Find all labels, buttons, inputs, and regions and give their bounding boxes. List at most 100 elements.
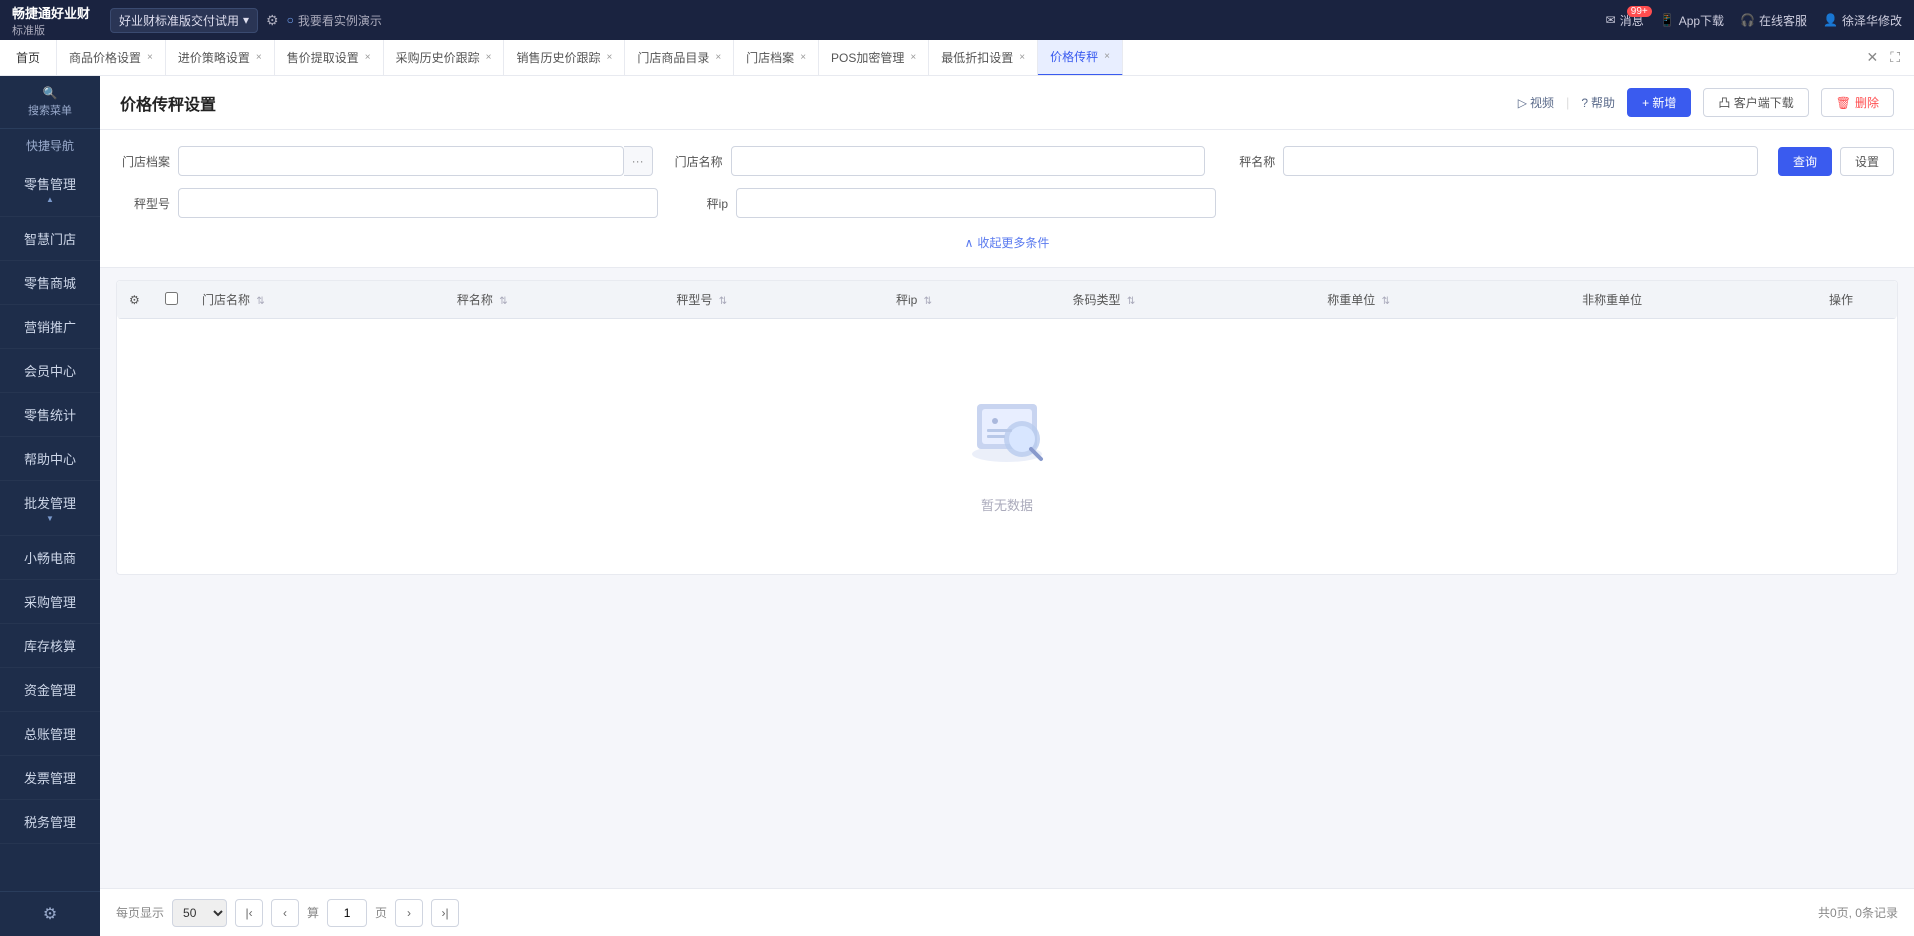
filter-store-file-input-wrap: ···	[178, 146, 653, 176]
sidebar-item-retail-manage[interactable]: 零售管理	[0, 162, 100, 217]
sidebar-item-invoice-manage[interactable]: 发票管理	[0, 756, 100, 800]
tab-sale-price[interactable]: 售价提取设置 ×	[275, 40, 384, 76]
sidebar-item-xiaochang-ecom[interactable]: 小畅电商	[0, 536, 100, 580]
page-header-actions: ▷ 视频 | ? 帮助 + 新增 凸 客户端下载 🗑 删除	[1518, 88, 1894, 117]
tab-close-all-icon[interactable]: ✕	[1860, 49, 1884, 66]
delete-button[interactable]: 🗑 删除	[1821, 88, 1894, 117]
sidebar-item-smart-store[interactable]: 智慧门店	[0, 217, 100, 261]
sidebar-item-fund-manage[interactable]: 资金管理	[0, 668, 100, 712]
help-icon: ?	[1581, 96, 1588, 110]
filter-store-file: 门店档案 ···	[120, 146, 653, 176]
export-button[interactable]: 凸 客户端下载	[1703, 88, 1808, 117]
select-all-checkbox[interactable]	[165, 292, 178, 305]
tab-sale-history[interactable]: 销售历史价跟踪 ×	[504, 40, 625, 76]
tab-close-purchase-strategy[interactable]: ×	[256, 52, 262, 63]
sidebar-item-help-center[interactable]: 帮助中心	[0, 437, 100, 481]
filter-store-name-input[interactable]	[731, 146, 1206, 176]
sort-weight-unit-icon[interactable]: ⇅	[1382, 296, 1390, 307]
tab-close-sale-price[interactable]: ×	[365, 52, 371, 63]
filter-store-file-btn[interactable]: ···	[624, 146, 653, 176]
filter-scale-model-input[interactable]	[178, 188, 658, 218]
message-icon: ✉	[1606, 13, 1616, 27]
user-icon: 👤	[1823, 13, 1838, 27]
tab-expand-icon[interactable]: ⛶	[1884, 49, 1906, 66]
sidebar-item-retail-mall[interactable]: 零售商城	[0, 261, 100, 305]
filter-store-file-input[interactable]	[178, 146, 624, 176]
tab-close-pos-manage[interactable]: ×	[910, 52, 916, 63]
sort-scale-ip-icon[interactable]: ⇅	[924, 296, 932, 307]
sidebar-item-member-center[interactable]: 会员中心	[0, 349, 100, 393]
app-logo: 畅捷通好业财 标准版	[12, 3, 102, 38]
set-button[interactable]: 设置	[1840, 147, 1894, 176]
filter-scale-name-input[interactable]	[1283, 146, 1758, 176]
tab-product-price[interactable]: 商品价格设置 ×	[57, 40, 166, 76]
tab-close-sale-history[interactable]: ×	[606, 52, 612, 63]
online-service-btn[interactable]: 🎧 在线客服	[1740, 12, 1807, 29]
filter-scale-name: 秤名称	[1225, 146, 1758, 176]
demo-link[interactable]: 我要看实例演示	[287, 12, 382, 29]
tab-close-min-discount[interactable]: ×	[1019, 52, 1025, 63]
delete-icon: 🗑	[1836, 96, 1851, 110]
tab-pos-manage[interactable]: POS加密管理 ×	[819, 40, 929, 76]
tab-purchase-history[interactable]: 采购历史价跟踪 ×	[384, 40, 505, 76]
tab-close-store-file[interactable]: ×	[800, 52, 806, 63]
user-menu[interactable]: 👤 徐泽华修改	[1823, 12, 1902, 29]
add-button[interactable]: + 新增	[1627, 88, 1691, 117]
th-checkbox[interactable]	[153, 281, 190, 319]
th-settings[interactable]: ⚙	[117, 281, 153, 319]
filter-scale-name-label: 秤名称	[1225, 153, 1275, 170]
sidebar-item-marketing[interactable]: 营销推广	[0, 305, 100, 349]
filter-scale-ip-input[interactable]	[736, 188, 1216, 218]
sidebar-item-retail-stats[interactable]: 零售统计	[0, 393, 100, 437]
query-button[interactable]: 查询	[1778, 147, 1832, 176]
sidebar-item-purchase-manage[interactable]: 采购管理	[0, 580, 100, 624]
prev-page-btn[interactable]: ‹	[271, 899, 299, 927]
help-link[interactable]: ? 帮助	[1581, 94, 1615, 111]
tab-store-catalog[interactable]: 门店商品目录 ×	[625, 40, 734, 76]
video-link[interactable]: ▷ 视频	[1518, 94, 1554, 111]
message-btn[interactable]: ✉ 消息 99+	[1606, 12, 1644, 29]
empty-text: 暂无数据	[981, 495, 1033, 514]
per-page-select[interactable]: 50 10 20 100	[172, 899, 227, 927]
sort-store-name-icon[interactable]: ⇅	[256, 296, 264, 307]
first-page-btn[interactable]: |‹	[235, 899, 263, 927]
collapse-icon: ∧	[965, 236, 974, 250]
last-page-btn[interactable]: ›|	[431, 899, 459, 927]
version-selector[interactable]: 好业财标准版交付试用 ▾	[110, 8, 258, 33]
tab-bar: 首页 商品价格设置 × 进价策略设置 × 售价提取设置 × 采购历史价跟踪 × …	[0, 40, 1914, 76]
tab-price-scale[interactable]: 价格传秤 ×	[1038, 40, 1123, 76]
settings-icon[interactable]: ⚙	[266, 12, 279, 29]
tab-close-purchase-history[interactable]: ×	[486, 52, 492, 63]
sidebar-search[interactable]: 🔍 搜索菜单	[0, 76, 100, 129]
sidebar-item-tax-manage[interactable]: 税务管理	[0, 800, 100, 844]
next-page-btn[interactable]: ›	[395, 899, 423, 927]
table-area: ⚙ 门店名称 ⇅ 秤名称 ⇅	[100, 268, 1914, 888]
tab-purchase-strategy[interactable]: 进价策略设置 ×	[166, 40, 275, 76]
tab-close-price-scale[interactable]: ×	[1104, 51, 1110, 62]
sidebar-item-general-ledger[interactable]: 总账管理	[0, 712, 100, 756]
collapse-button[interactable]: ∧ 收起更多条件	[965, 234, 1050, 251]
filter-scale-model: 秤型号	[120, 188, 658, 218]
sort-barcode-type-icon[interactable]: ⇅	[1127, 296, 1135, 307]
th-scale-name: 秤名称 ⇅	[445, 281, 665, 319]
tab-home[interactable]: 首页	[0, 40, 57, 76]
empty-icon	[957, 379, 1057, 479]
th-store-name: 门店名称 ⇅	[190, 281, 445, 319]
filter-row-1: 门店档案 ··· 门店名称 秤名称 查询 设置	[120, 146, 1894, 176]
sidebar-item-wholesale-manage[interactable]: 批发管理	[0, 481, 100, 536]
tab-store-file[interactable]: 门店档案 ×	[734, 40, 819, 76]
tab-min-discount[interactable]: 最低折扣设置 ×	[929, 40, 1038, 76]
page-input[interactable]	[327, 899, 367, 927]
video-icon: ▷	[1518, 96, 1527, 110]
sidebar-settings-btn[interactable]: ⚙	[0, 891, 100, 936]
sort-scale-model-icon[interactable]: ⇅	[719, 296, 727, 307]
tab-close-product-price[interactable]: ×	[147, 52, 153, 63]
sort-scale-name-icon[interactable]: ⇅	[499, 296, 507, 307]
sidebar-quick-nav[interactable]: 快捷导航	[0, 129, 100, 162]
app-download-btn[interactable]: 📱 App下载	[1660, 12, 1724, 29]
filter-scale-model-label: 秤型号	[120, 195, 170, 212]
tab-close-store-catalog[interactable]: ×	[715, 52, 721, 63]
page-suffix: 页	[375, 904, 387, 921]
data-table: ⚙ 门店名称 ⇅ 秤名称 ⇅	[117, 281, 1897, 319]
sidebar-item-inventory[interactable]: 库存核算	[0, 624, 100, 668]
